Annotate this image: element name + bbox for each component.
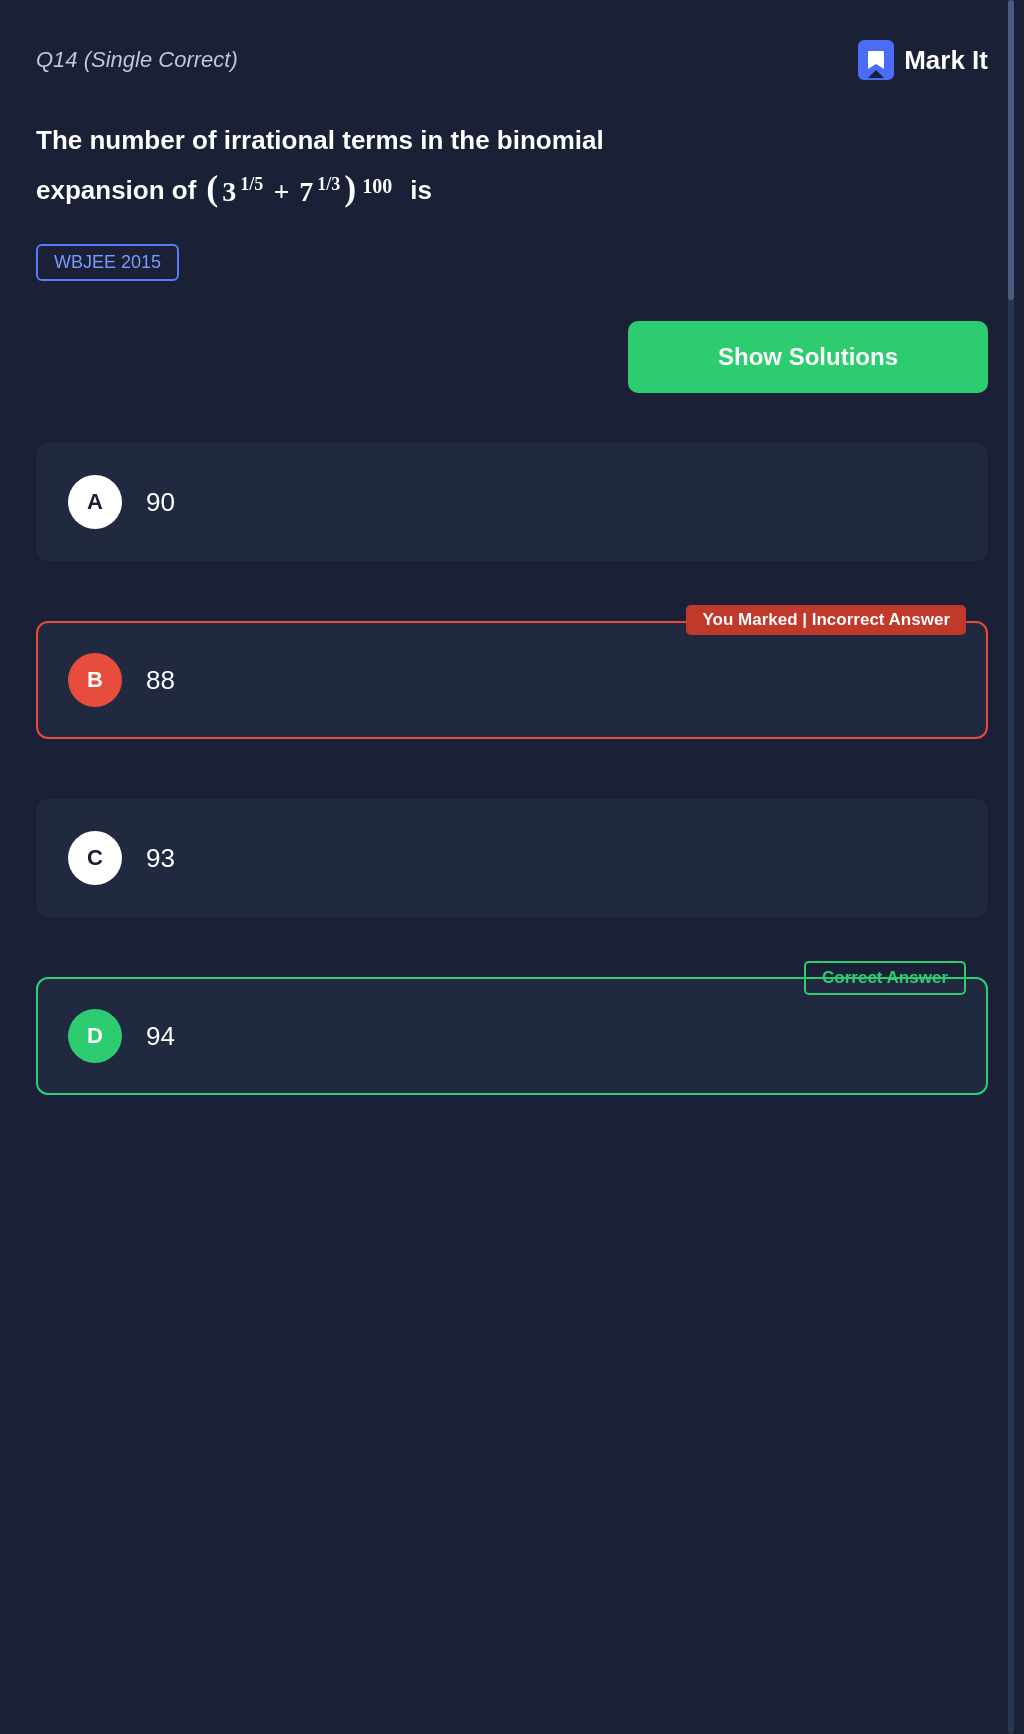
status-tag-d: Correct Answer bbox=[804, 961, 966, 995]
bookmark-icon bbox=[858, 40, 894, 80]
question-label: Q14 (Single Correct) bbox=[36, 47, 238, 73]
option-card-c[interactable]: C 93 bbox=[36, 799, 988, 917]
option-badge-b: B bbox=[68, 653, 122, 707]
option-badge-c: C bbox=[68, 831, 122, 885]
close-paren: ) bbox=[344, 170, 356, 206]
question-line1: The number of irrational terms in the bi… bbox=[36, 120, 988, 162]
option-card-a[interactable]: A 90 bbox=[36, 443, 988, 561]
option-card-b[interactable]: You Marked | Incorrect Answer B 88 bbox=[36, 621, 988, 739]
math-expression: ( 3 1/5 + 7 1/3 ) 100 bbox=[206, 170, 392, 215]
question-line2: expansion of bbox=[36, 170, 196, 212]
option-text-b: 88 bbox=[146, 665, 175, 696]
option-text-d: 94 bbox=[146, 1021, 175, 1052]
show-solutions-button[interactable]: Show Solutions bbox=[628, 321, 988, 393]
mark-it-label: Mark It bbox=[904, 45, 988, 76]
option-badge-a: A bbox=[68, 475, 122, 529]
question-suffix: is bbox=[410, 170, 432, 212]
divider-2 bbox=[36, 769, 988, 799]
tag-badge: WBJEE 2015 bbox=[36, 244, 179, 281]
option-text-a: 90 bbox=[146, 487, 175, 518]
scroll-thumb[interactable] bbox=[1008, 0, 1014, 300]
mark-it-button[interactable]: Mark It bbox=[858, 40, 988, 80]
plus-sign: + bbox=[273, 170, 289, 215]
show-solutions-container: Show Solutions bbox=[36, 321, 988, 393]
scrollbar[interactable] bbox=[1008, 0, 1014, 1734]
exp-1-5: 1/5 bbox=[240, 170, 263, 199]
header: Q14 (Single Correct) Mark It bbox=[36, 40, 988, 80]
open-paren: ( bbox=[206, 170, 218, 206]
power-100: 100 bbox=[362, 170, 392, 202]
option-badge-d: D bbox=[68, 1009, 122, 1063]
question-text: The number of irrational terms in the bi… bbox=[36, 120, 988, 214]
option-text-c: 93 bbox=[146, 843, 175, 874]
base-7: 7 bbox=[299, 170, 313, 215]
exp-1-3: 1/3 bbox=[317, 170, 340, 199]
base-3: 3 bbox=[222, 170, 236, 215]
status-tag-b: You Marked | Incorrect Answer bbox=[686, 605, 966, 635]
option-card-d[interactable]: Correct Answer D 94 bbox=[36, 977, 988, 1095]
